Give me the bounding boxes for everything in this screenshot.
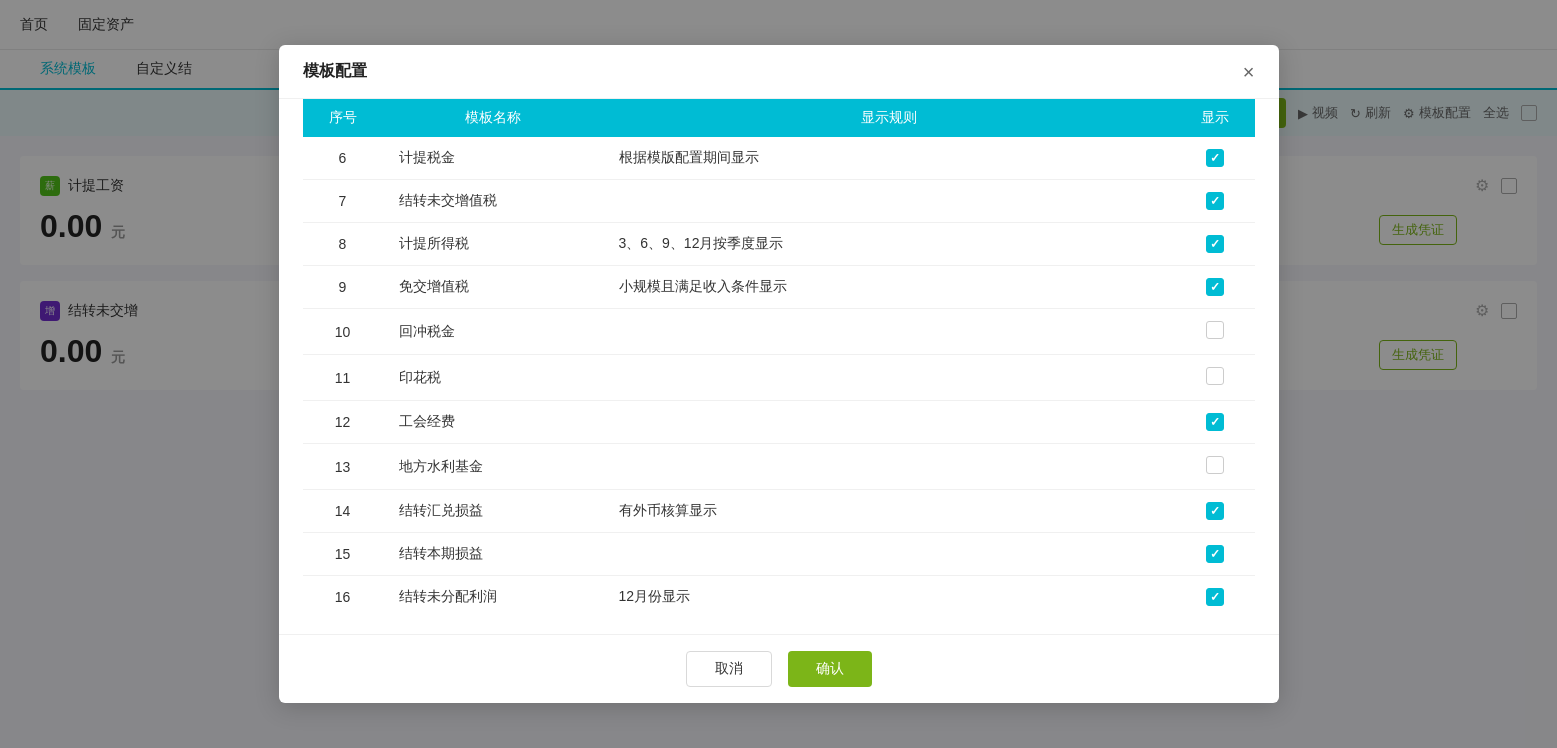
table-row: 14结转汇兑损益有外币核算显示 xyxy=(303,490,1255,533)
cell-show xyxy=(1175,355,1255,401)
cell-name: 免交增值税 xyxy=(383,266,603,309)
table-row: 16结转未分配利润12月份显示 xyxy=(303,576,1255,619)
modal-overlay: 模板配置 × 序号 模板名称 显示规则 显示 6计提税金根据模版配置期间显示7结… xyxy=(0,0,1557,748)
table-row: 15结转本期损益 xyxy=(303,533,1255,576)
col-name: 模板名称 xyxy=(383,99,603,137)
cell-rule: 根据模版配置期间显示 xyxy=(603,137,1175,180)
table-row: 11印花税 xyxy=(303,355,1255,401)
cell-show xyxy=(1175,533,1255,576)
cell-name: 印花税 xyxy=(383,355,603,401)
cell-rule: 有外币核算显示 xyxy=(603,490,1175,533)
cell-show xyxy=(1175,490,1255,533)
cell-seq: 6 xyxy=(303,137,383,180)
cell-name: 结转未分配利润 xyxy=(383,576,603,619)
cell-rule: 12月份显示 xyxy=(603,576,1175,619)
cell-seq: 10 xyxy=(303,309,383,355)
cell-rule xyxy=(603,401,1175,444)
table-row: 12工会经费 xyxy=(303,401,1255,444)
table-row: 7结转未交增值税 xyxy=(303,180,1255,223)
table-row: 9免交增值税小规模且满足收入条件显示 xyxy=(303,266,1255,309)
modal-body: 序号 模板名称 显示规则 显示 6计提税金根据模版配置期间显示7结转未交增值税8… xyxy=(279,99,1279,634)
cell-seq: 9 xyxy=(303,266,383,309)
cell-rule xyxy=(603,533,1175,576)
cell-name: 回冲税金 xyxy=(383,309,603,355)
cell-show xyxy=(1175,223,1255,266)
show-checkbox[interactable] xyxy=(1206,149,1224,167)
table-row: 10回冲税金 xyxy=(303,309,1255,355)
cell-name: 工会经费 xyxy=(383,401,603,444)
show-checkbox[interactable] xyxy=(1206,235,1224,253)
config-table-body: 6计提税金根据模版配置期间显示7结转未交增值税8计提所得税3、6、9、12月按季… xyxy=(303,137,1255,618)
show-checkbox[interactable] xyxy=(1206,278,1224,296)
cell-seq: 12 xyxy=(303,401,383,444)
cell-seq: 15 xyxy=(303,533,383,576)
modal-header: 模板配置 × xyxy=(279,45,1279,99)
cell-name: 结转本期损益 xyxy=(383,533,603,576)
cell-show xyxy=(1175,401,1255,444)
config-table-header: 序号 模板名称 显示规则 显示 xyxy=(303,99,1255,137)
cell-seq: 14 xyxy=(303,490,383,533)
modal-footer: 取消 确认 xyxy=(279,634,1279,703)
config-table: 序号 模板名称 显示规则 显示 6计提税金根据模版配置期间显示7结转未交增值税8… xyxy=(303,99,1255,618)
cell-rule xyxy=(603,180,1175,223)
table-row: 6计提税金根据模版配置期间显示 xyxy=(303,137,1255,180)
cell-rule xyxy=(603,444,1175,490)
cell-name: 结转未交增值税 xyxy=(383,180,603,223)
cell-show xyxy=(1175,266,1255,309)
show-checkbox[interactable] xyxy=(1206,456,1224,474)
show-checkbox[interactable] xyxy=(1206,588,1224,606)
cell-show xyxy=(1175,137,1255,180)
cell-seq: 8 xyxy=(303,223,383,266)
show-checkbox[interactable] xyxy=(1206,545,1224,563)
show-checkbox[interactable] xyxy=(1206,367,1224,385)
show-checkbox[interactable] xyxy=(1206,192,1224,210)
show-checkbox[interactable] xyxy=(1206,502,1224,520)
cell-name: 计提税金 xyxy=(383,137,603,180)
table-row: 8计提所得税3、6、9、12月按季度显示 xyxy=(303,223,1255,266)
cell-show xyxy=(1175,309,1255,355)
show-checkbox[interactable] xyxy=(1206,413,1224,431)
col-rule: 显示规则 xyxy=(603,99,1175,137)
cell-seq: 13 xyxy=(303,444,383,490)
cell-seq: 11 xyxy=(303,355,383,401)
cell-rule xyxy=(603,355,1175,401)
col-show: 显示 xyxy=(1175,99,1255,137)
show-checkbox[interactable] xyxy=(1206,321,1224,339)
cell-show xyxy=(1175,576,1255,619)
cell-name: 地方水利基金 xyxy=(383,444,603,490)
confirm-button[interactable]: 确认 xyxy=(788,651,872,687)
cell-show xyxy=(1175,444,1255,490)
cell-seq: 16 xyxy=(303,576,383,619)
cell-rule: 小规模且满足收入条件显示 xyxy=(603,266,1175,309)
cell-seq: 7 xyxy=(303,180,383,223)
cell-show xyxy=(1175,180,1255,223)
modal-close-button[interactable]: × xyxy=(1243,62,1255,82)
cancel-button[interactable]: 取消 xyxy=(686,651,772,687)
modal-title: 模板配置 xyxy=(303,61,367,82)
template-config-modal: 模板配置 × 序号 模板名称 显示规则 显示 6计提税金根据模版配置期间显示7结… xyxy=(279,45,1279,703)
cell-name: 计提所得税 xyxy=(383,223,603,266)
cell-rule: 3、6、9、12月按季度显示 xyxy=(603,223,1175,266)
cell-rule xyxy=(603,309,1175,355)
cell-name: 结转汇兑损益 xyxy=(383,490,603,533)
table-row: 13地方水利基金 xyxy=(303,444,1255,490)
col-seq: 序号 xyxy=(303,99,383,137)
